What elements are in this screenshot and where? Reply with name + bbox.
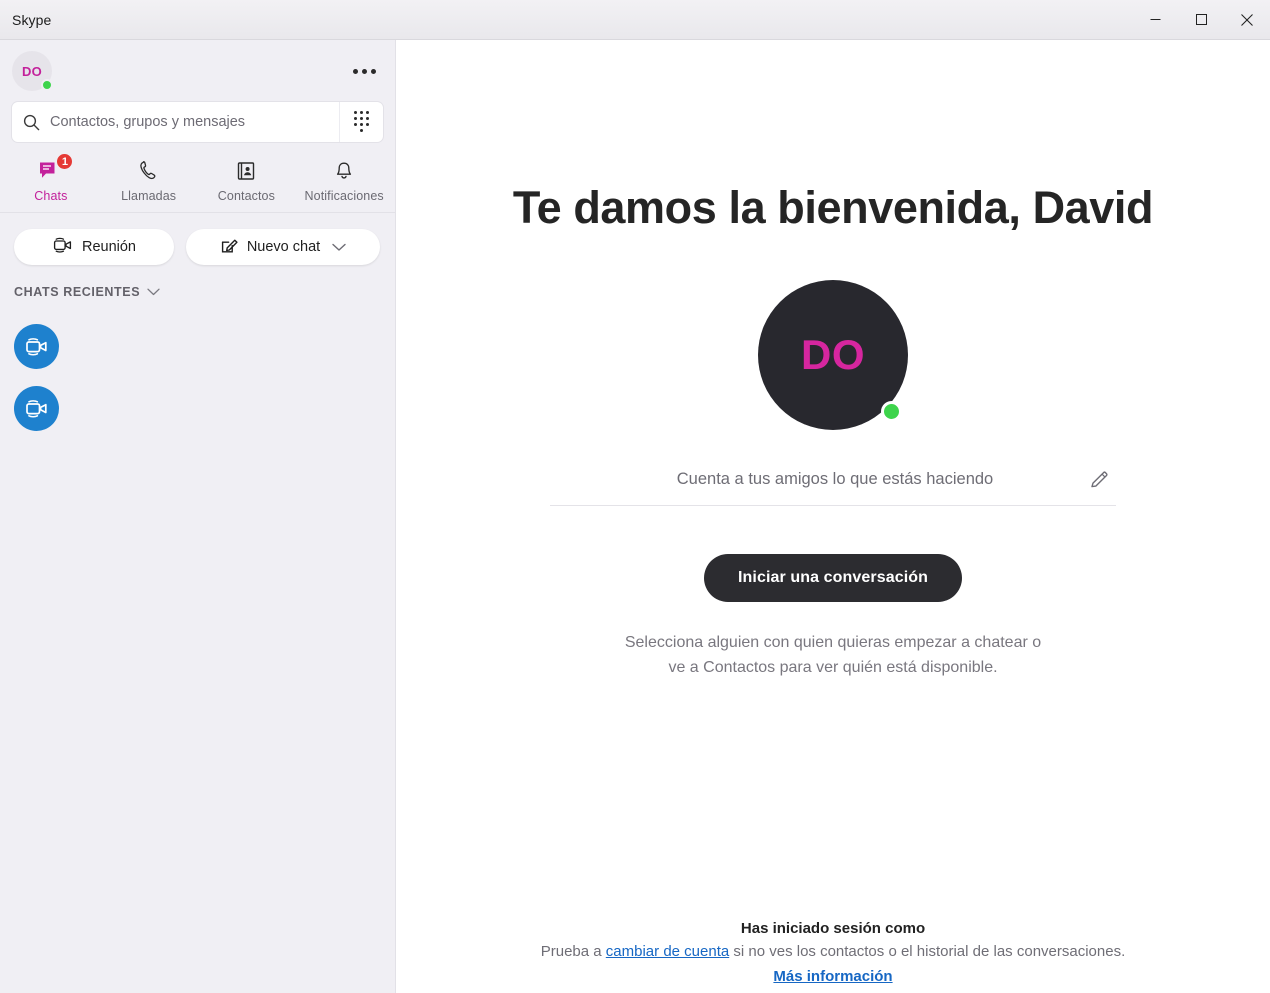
action-row: Reunión Nuevo chat (0, 213, 395, 279)
chevron-down-icon[interactable] (332, 243, 346, 252)
search-box[interactable] (12, 102, 383, 142)
tab-notificaciones[interactable]: Notificaciones (295, 152, 393, 212)
title-bar: Skype (0, 0, 1270, 40)
list-item[interactable] (0, 315, 395, 377)
profile-avatar[interactable]: DO (12, 51, 53, 91)
more-dot-icon (361, 68, 367, 74)
bell-icon (333, 158, 355, 184)
nav-tabs: 1 Chats Llamadas Contactos Notificacione… (0, 152, 395, 213)
video-camera-icon (52, 237, 73, 257)
new-chat-button-label: Nuevo chat (246, 239, 321, 255)
phone-icon (138, 158, 159, 184)
video-call-icon (14, 385, 59, 431)
video-call-icon (14, 323, 59, 369)
tab-notificaciones-label: Notificaciones (304, 189, 384, 203)
footer-line-prefix: Prueba a (540, 943, 606, 960)
compose-icon (220, 236, 239, 259)
more-dot-icon (370, 68, 376, 74)
maximize-button[interactable] (1178, 0, 1224, 39)
window-title: Skype (12, 11, 52, 28)
tab-llamadas-label: Llamadas (121, 189, 177, 203)
footer-more: Más información (416, 968, 1250, 985)
tab-chats[interactable]: 1 Chats (2, 152, 100, 212)
search-icon (12, 114, 50, 131)
search-input[interactable] (50, 102, 339, 142)
footer-line-suffix: si no ves los contactos o el historial d… (729, 943, 1126, 960)
minimize-button[interactable] (1132, 0, 1178, 39)
meeting-button[interactable]: Reunión (14, 229, 174, 265)
page-title: Te damos la bienvenida, David (512, 182, 1154, 233)
mood-message-placeholder: Cuenta a tus amigos lo que estás haciend… (676, 470, 994, 488)
footer-line: Prueba a cambiar de cuenta si no ves los… (416, 943, 1250, 960)
body-split: DO Contactos, grupos y mensajes 1 Chats … (0, 40, 1270, 993)
dialpad-icon (353, 111, 370, 133)
main-content: Te damos la bienvenida, David DO Cuenta … (396, 40, 1270, 993)
presence-indicator (41, 79, 53, 91)
hint-text: Selecciona alguien con quien quieras emp… (624, 634, 1042, 676)
new-chat-button[interactable]: Nuevo chat (186, 229, 380, 265)
recents-header[interactable]: CHATS RECIENTES (0, 279, 395, 309)
tab-llamadas[interactable]: Llamadas (100, 152, 198, 212)
meeting-button-label: Reunión (81, 239, 136, 255)
start-conversation-button[interactable]: Iniciar una conversación (703, 554, 963, 602)
footer: Has iniciado sesión como Prueba a cambia… (396, 920, 1270, 985)
mood-message-row[interactable]: Cuenta a tus amigos lo que estás haciend… (550, 468, 1116, 506)
sidebar: DO Contactos, grupos y mensajes 1 Chats … (0, 40, 396, 993)
skype-window: Skype DO Contactos, grupos y mensajes 1 … (0, 0, 1270, 993)
chevron-down-icon[interactable] (147, 285, 160, 299)
recents-header-label: CHATS RECIENTES (14, 285, 141, 299)
presence-indicator-large (881, 401, 902, 422)
recents-list[interactable] (0, 309, 395, 993)
profile-avatar-large[interactable]: DO (758, 280, 908, 430)
chat-icon: 1 (38, 153, 74, 184)
tab-contactos[interactable]: Contactos (198, 152, 296, 212)
switch-account-link[interactable]: cambiar de cuenta (606, 943, 729, 960)
tab-chats-label: Chats (34, 189, 68, 203)
contacts-icon (235, 158, 257, 184)
pencil-icon[interactable] (1082, 468, 1116, 491)
list-item[interactable] (0, 377, 395, 439)
chats-unread-badge: 1 (56, 153, 74, 170)
dialpad-button[interactable] (339, 102, 383, 142)
search-row (0, 102, 395, 142)
close-button[interactable] (1224, 0, 1270, 39)
footer-title: Has iniciado sesión como (740, 920, 926, 937)
more-options-button[interactable] (347, 54, 381, 88)
sidebar-header: DO (0, 40, 395, 102)
more-dot-icon (352, 68, 358, 74)
more-info-link[interactable]: Más información (773, 968, 892, 985)
tab-contactos-label: Contactos (217, 189, 275, 203)
